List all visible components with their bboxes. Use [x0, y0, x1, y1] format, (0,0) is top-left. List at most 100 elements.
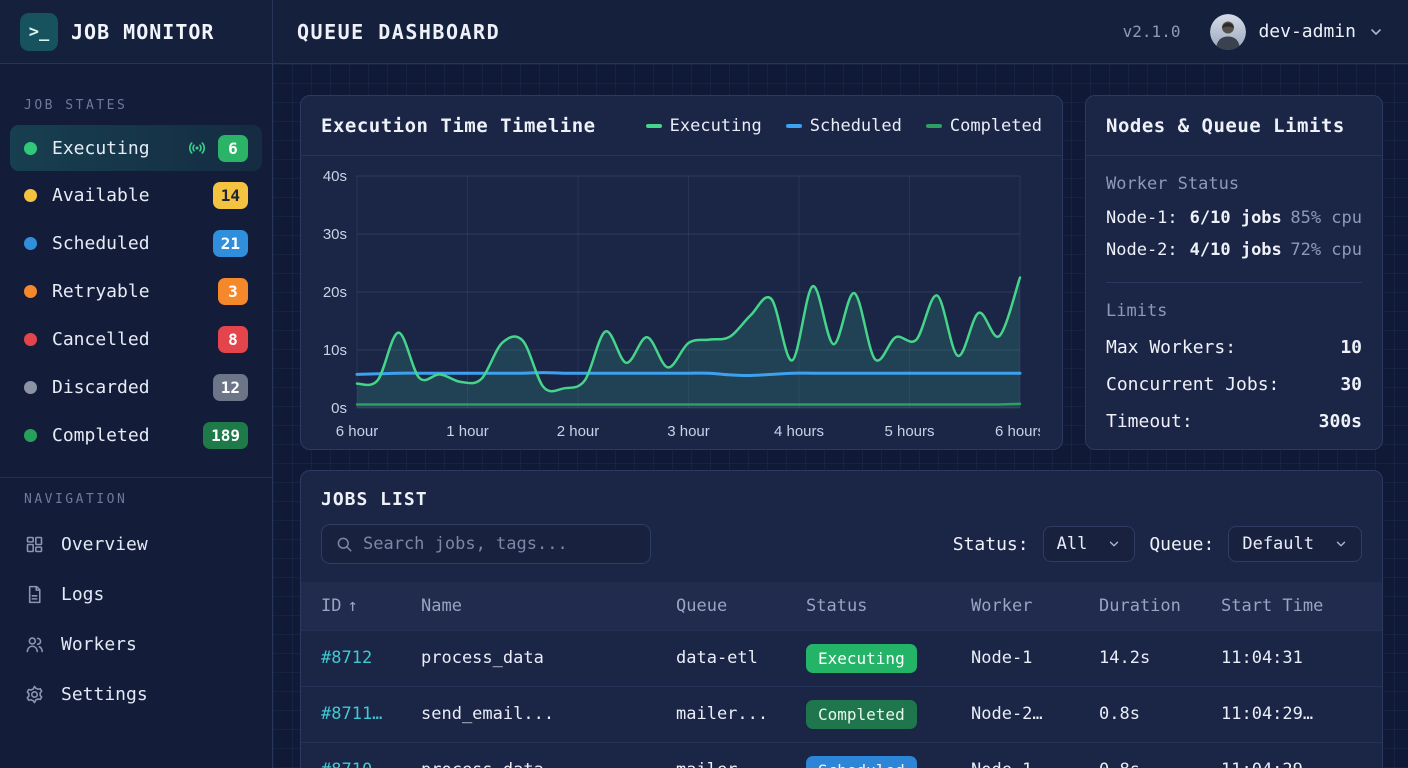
limit-label: Max Workers: — [1106, 337, 1237, 358]
state-dot — [24, 141, 37, 155]
sidebar-nav-workers[interactable]: Workers — [0, 619, 272, 669]
navigation-section-label: NAVIGATION — [24, 492, 128, 507]
state-dot — [24, 236, 37, 250]
svg-text:0s: 0s — [331, 400, 347, 417]
sidebar-state-retryable[interactable]: Retryable 3 — [0, 267, 272, 315]
limit-label: Concurrent Jobs: — [1106, 374, 1280, 395]
state-count-badge: 3 — [218, 277, 248, 305]
legend-dash — [925, 123, 942, 128]
nodes-panel-divider — [1106, 282, 1362, 283]
legend-label: Completed — [949, 115, 1042, 136]
state-count-badge: 8 — [218, 325, 248, 353]
job-queue: mailer — [666, 741, 796, 768]
search-input[interactable] — [363, 534, 637, 554]
state-label: Discarded — [52, 376, 150, 398]
live-broadcast-icon — [186, 137, 208, 159]
filters: Status: All Queue: Default — [953, 526, 1362, 562]
job-start-time: 11:04:29 — [1211, 741, 1382, 768]
column-header-queue[interactable]: Queue — [666, 582, 796, 630]
limit-row: Concurrent Jobs: 30 — [1086, 366, 1382, 403]
job-worker: Node-2… — [961, 685, 1089, 742]
job-name: process_data — [411, 629, 666, 686]
status-badge: Scheduled — [806, 755, 917, 768]
legend-label: Scheduled — [809, 115, 902, 136]
sidebar-nav-overview[interactable]: Overview — [0, 519, 272, 569]
nodes-panel: Nodes & Queue Limits Worker Status Node-… — [1085, 95, 1383, 450]
status-filter-value: All — [1056, 534, 1088, 554]
worker-status-list: Node-1: 6/10 jobs 85% cpu Node-2: 4/10 jobs 7… — [1086, 202, 1382, 266]
status-badge: Completed — [806, 699, 917, 729]
column-header-name[interactable]: Name — [411, 582, 666, 630]
user-menu-chevron-icon — [1368, 24, 1384, 40]
job-id-link[interactable]: #8712 — [301, 629, 411, 686]
svg-text:30s: 30s — [323, 226, 347, 243]
column-label: Queue — [676, 595, 728, 616]
sidebar-state-available[interactable]: Available 14 — [0, 171, 272, 219]
limit-row: Timeout: 300s — [1086, 403, 1382, 440]
state-count-badge: 6 — [218, 134, 248, 162]
queue-filter-value: Default — [1242, 534, 1314, 554]
state-label: Scheduled — [52, 232, 150, 254]
timeline-panel-header: Execution Time Timeline Executing Schedul… — [301, 96, 1062, 156]
sidebar-state-discarded[interactable]: Discarded 12 — [0, 363, 272, 411]
node-jobs: 6/10 jobs — [1189, 208, 1282, 228]
state-dot — [24, 332, 37, 346]
job-status-cell: Completed — [796, 685, 961, 742]
job-start-time: 11:04:29… — [1211, 685, 1382, 742]
job-worker: Node-1 — [961, 741, 1089, 768]
top-row: Execution Time Timeline Executing Schedul… — [300, 95, 1383, 450]
avatar — [1210, 13, 1247, 50]
column-header-start-time[interactable]: Start Time — [1211, 582, 1382, 630]
sidebar-nav-logs[interactable]: Logs — [0, 569, 272, 619]
legend-item-scheduled[interactable]: Scheduled — [785, 115, 902, 136]
job-start-time: 11:04:31 — [1211, 629, 1382, 686]
search-box[interactable] — [321, 524, 651, 564]
column-label: Status — [806, 595, 868, 616]
nav-label: Overview — [61, 533, 148, 555]
job-row[interactable]: #8710process_datamailer Scheduled Node-10.… — [301, 741, 1382, 768]
job-row[interactable]: #8712 process_data data-etl Executing Node-1… — [301, 629, 1382, 686]
queue-filter-select[interactable]: Default — [1228, 526, 1362, 562]
timeline-title: Execution Time Timeline — [321, 114, 596, 137]
column-header-id[interactable]: ID ↑ — [301, 582, 411, 630]
top-bar: >_ JOB MONITOR QUEUE DASHBOARD v2.1.0 de… — [0, 0, 1408, 64]
state-dot — [24, 284, 37, 298]
sidebar-state-completed[interactable]: Completed 189 — [0, 411, 272, 459]
state-label: Executing — [52, 137, 150, 159]
sidebar-state-scheduled[interactable]: Scheduled 21 — [0, 219, 272, 267]
job-row[interactable]: #8711… send_email... mailer... Completed Nod… — [301, 685, 1382, 742]
job-id-link[interactable]: #8711… — [301, 685, 411, 742]
sidebar-nav-settings[interactable]: Settings — [0, 669, 272, 719]
legend-item-completed[interactable]: Completed — [925, 115, 1042, 136]
state-dot — [24, 380, 37, 394]
svg-text:3 hour: 3 hour — [667, 423, 710, 440]
status-filter-select[interactable]: All — [1042, 526, 1136, 562]
job-states-list: Executing 6 Available 14 Scheduled 21 Retryabl… — [0, 125, 272, 459]
job-duration: 14.2s — [1089, 629, 1211, 686]
legend-dash — [785, 123, 802, 128]
user-menu[interactable]: dev-admin — [1210, 13, 1384, 50]
node-cpu: 85% cpu — [1290, 208, 1362, 228]
sidebar-state-cancelled[interactable]: Cancelled 8 — [0, 315, 272, 363]
state-dot — [24, 428, 37, 442]
limit-value: 300s — [1318, 411, 1362, 432]
sidebar-state-executing[interactable]: Executing 6 — [10, 125, 262, 171]
terminal-logo-icon: >_ — [20, 12, 58, 51]
nav-label: Workers — [61, 633, 137, 655]
legend-item-executing[interactable]: Executing — [645, 115, 762, 136]
worker-status-label: Worker Status — [1106, 174, 1240, 194]
column-header-worker[interactable]: Worker — [961, 582, 1089, 630]
job-id-link[interactable]: #8710 — [301, 741, 411, 768]
nodes-panel-title: Nodes & Queue Limits — [1106, 114, 1345, 137]
svg-text:5 hours: 5 hours — [884, 423, 934, 440]
limit-value: 30 — [1340, 374, 1362, 395]
jobs-list-title: JOBS LIST — [321, 489, 428, 510]
column-header-duration[interactable]: Duration — [1089, 582, 1211, 630]
header-main: QUEUE DASHBOARD v2.1.0 dev-admin — [273, 0, 1408, 63]
state-label: Completed — [52, 424, 150, 446]
logo-glyph: >_ — [28, 21, 50, 42]
node-cpu: 72% cpu — [1290, 240, 1362, 260]
column-header-status[interactable]: Status — [796, 582, 961, 630]
svg-text:6 hour: 6 hour — [336, 423, 379, 440]
legend-label: Executing — [669, 115, 762, 136]
